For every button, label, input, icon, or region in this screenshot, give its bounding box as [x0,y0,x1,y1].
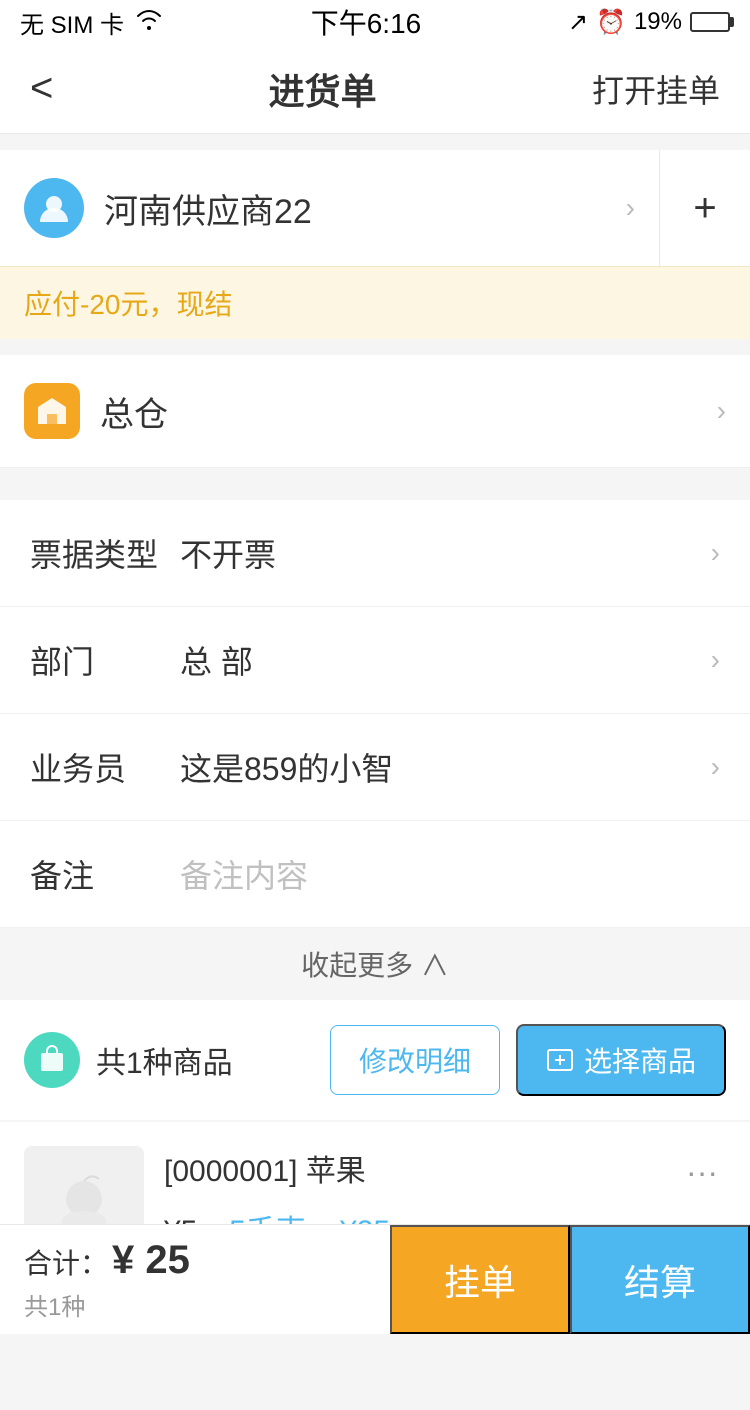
invoice-type-row[interactable]: 票据类型 不开票 › [0,500,750,607]
bottom-bar: 合计： ¥ 25 共1种 挂单 结算 [0,1224,750,1334]
select-product-button[interactable]: 选择商品 [516,1024,726,1096]
status-time: 下午6:16 [311,2,422,42]
total-amount: ¥ 25 [112,1238,190,1283]
product-name: [0000001] 苹果 [164,1146,658,1190]
location-icon: ↗ [568,8,588,37]
back-button[interactable]: < [30,66,53,111]
supplier-name: 河南供应商22 [104,184,616,233]
add-supplier-button[interactable]: + [660,150,750,266]
supplier-chevron-icon: › [626,192,635,224]
department-row[interactable]: 部门 总 部 › [0,607,750,714]
suspend-button[interactable]: 挂单 [390,1225,570,1334]
status-left: 无 SIM 卡 [20,5,164,40]
warehouse-icon [24,383,80,439]
info-text: 应付-20元，现结 [24,289,232,320]
warehouse-name: 总仓 [100,387,707,436]
salesperson-label: 业务员 [30,744,160,790]
battery-percent: 19% [634,8,682,36]
section-gap-3 [0,468,750,484]
warehouse-row[interactable]: 总仓 › [0,355,750,468]
status-bar: 无 SIM 卡 下午6:16 ↗ ⏰ 19% [0,0,750,44]
remark-row[interactable]: 备注 备注内容 [0,821,750,928]
products-icon [24,1032,80,1088]
section-gap-2 [0,339,750,355]
collapse-bar[interactable]: 收起更多 ∧ [0,928,750,1000]
remark-label: 备注 [30,851,160,897]
nav-bar: < 进货单 打开挂单 [0,44,750,134]
invoice-type-label: 票据类型 [30,530,160,576]
salesperson-row[interactable]: 业务员 这是859的小智 › [0,714,750,821]
collapse-text: 收起更多 ∧ [301,944,449,984]
total-section: 合计： ¥ 25 共1种 [0,1225,390,1334]
invoice-type-value: 不开票 [160,530,701,576]
product-more-button[interactable]: ··· [678,1146,726,1199]
salesperson-value: 这是859的小智 [160,744,701,790]
salesperson-chevron-icon: › [711,751,720,783]
department-chevron-icon: › [711,644,720,676]
select-product-label: 选择商品 [584,1040,696,1080]
supplier-section: 河南供应商22 › + [0,150,750,266]
department-value: 总 部 [160,637,701,683]
wifi-icon [134,8,164,37]
products-count: 共1种商品 [96,1038,314,1082]
products-header: 共1种商品 修改明细 选择商品 [0,1000,750,1120]
open-suspend-button[interactable]: 打开挂单 [592,66,720,112]
form-section: 票据类型 不开票 › 部门 总 部 › 业务员 这是859的小智 › 备注 备注… [0,500,750,928]
total-label: 合计： [24,1242,108,1282]
info-banner: 应付-20元，现结 [0,266,750,339]
department-label: 部门 [30,637,160,683]
alarm-icon: ⏰ [596,8,626,37]
carrier-text: 无 SIM 卡 [20,5,124,40]
section-gap-1 [0,134,750,150]
supplier-avatar [24,178,84,238]
battery-icon [690,12,730,32]
total-count: 共1种 [24,1287,366,1322]
supplier-selector[interactable]: 河南供应商22 › [0,150,660,266]
warehouse-chevron-icon: › [717,395,726,427]
status-right: ↗ ⏰ 19% [568,8,730,37]
invoice-type-chevron-icon: › [711,537,720,569]
remark-input[interactable]: 备注内容 [160,851,720,897]
checkout-button[interactable]: 结算 [570,1225,750,1334]
page-title: 进货单 [269,63,377,115]
modify-detail-button[interactable]: 修改明细 [330,1025,500,1095]
